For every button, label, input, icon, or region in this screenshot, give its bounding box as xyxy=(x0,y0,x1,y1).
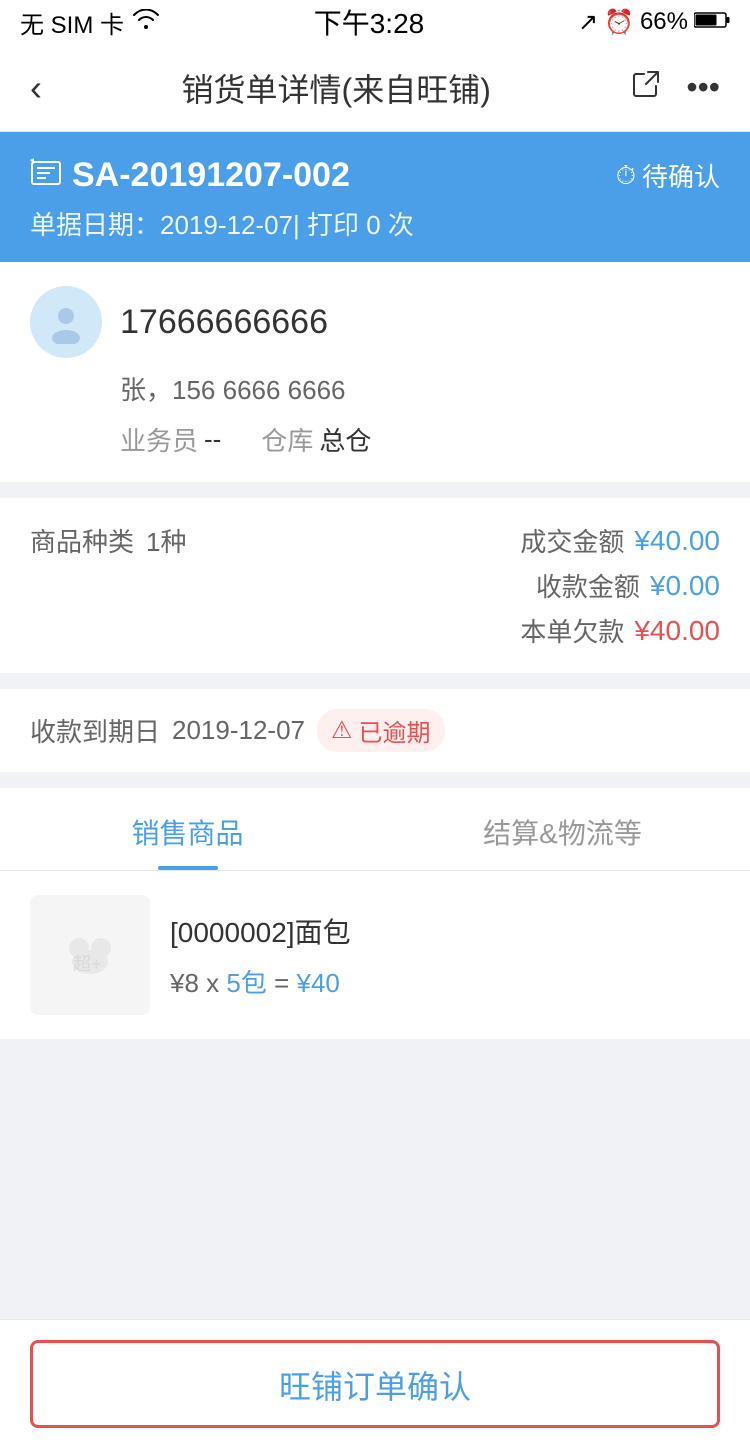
warehouse-info: 仓库 总仓 xyxy=(261,421,371,458)
stats-section: 商品种类 1种 成交金额 ¥40.00 收款金额 ¥0.00 本单欠款 ¥40.… xyxy=(0,498,750,673)
tab-settlement[interactable]: 结算&物流等 xyxy=(375,788,750,870)
status-time: 下午3:28 xyxy=(314,2,425,42)
customer-meta: 业务员 -- 仓库 总仓 xyxy=(120,421,720,458)
product-thumbnail: 超+ xyxy=(30,895,150,1015)
invoice-icon xyxy=(30,156,62,195)
amount-label: 成交金额 xyxy=(520,522,624,559)
avatar xyxy=(30,286,102,358)
nav-actions: ••• xyxy=(630,68,720,108)
bottom-area xyxy=(0,1039,750,1319)
page-title: 销货单详情(来自旺铺) xyxy=(182,65,491,111)
salesperson-info: 业务员 -- xyxy=(120,421,221,458)
confirm-button-wrapper: 旺铺订单确认 xyxy=(0,1319,750,1448)
owed-value: ¥40.00 xyxy=(634,615,720,647)
amount-value: ¥40.00 xyxy=(634,525,720,557)
product-info: [0000002]面包 ¥8 x 5包 = ¥40 xyxy=(170,911,720,1000)
due-date-value: 2019-12-07 xyxy=(172,715,305,746)
financial-stats: 成交金额 ¥40.00 收款金额 ¥0.00 本单欠款 ¥40.00 xyxy=(520,522,720,649)
status-bar: 无 SIM 卡 下午3:28 ↗ ⏰ 66% xyxy=(0,0,750,44)
customer-section: 17666666666 张，156 6666 6666 业务员 -- 仓库 总仓 xyxy=(0,262,750,482)
wifi-icon xyxy=(132,8,160,36)
tab-products[interactable]: 销售商品 xyxy=(0,788,375,870)
customer-phone: 17666666666 xyxy=(120,303,328,342)
order-id: SA-20191207-002 xyxy=(30,156,350,195)
salesperson-label: 业务员 xyxy=(120,421,198,458)
due-date-section: 收款到期日 2019-12-07 ⚠ 已逾期 xyxy=(0,689,750,772)
overdue-badge: ⚠ 已逾期 xyxy=(317,709,445,752)
tabs-section: 销售商品 结算&物流等 xyxy=(0,788,750,871)
received-row: 收款金额 ¥0.00 xyxy=(536,567,720,604)
share-icon[interactable] xyxy=(630,68,662,108)
product-price: ¥8 x 5包 = ¥40 xyxy=(170,963,720,1000)
warehouse-label: 仓库 xyxy=(261,421,313,458)
customer-name: 张，156 6666 6666 xyxy=(120,370,720,407)
status-left: 无 SIM 卡 xyxy=(20,5,160,40)
product-type-info: 商品种类 1种 xyxy=(30,522,186,559)
received-label: 收款金额 xyxy=(536,567,640,604)
order-date: 单据日期：2019-12-07| 打印 0 次 xyxy=(30,205,720,242)
product-item: 超+ [0000002]面包 ¥8 x 5包 = ¥40 xyxy=(0,871,750,1039)
battery-icon xyxy=(694,8,730,36)
svg-text:超+: 超+ xyxy=(73,954,102,974)
battery-text: 66% xyxy=(640,8,688,36)
customer-row: 17666666666 xyxy=(30,286,720,358)
amount-row: 成交金额 ¥40.00 xyxy=(520,522,720,559)
product-type-value: 1种 xyxy=(146,522,186,559)
back-button[interactable]: ‹ xyxy=(30,67,42,109)
salesperson-value: -- xyxy=(204,424,221,455)
product-name: [0000002]面包 xyxy=(170,911,720,951)
status-right: ↗ ⏰ 66% xyxy=(578,8,730,37)
due-date-label: 收款到期日 xyxy=(30,712,160,749)
overdue-text: 已逾期 xyxy=(359,713,431,748)
location-icon: ↗ xyxy=(578,8,598,37)
equals-text: = xyxy=(267,968,297,998)
warning-icon: ⚠ xyxy=(331,716,353,745)
owed-row: 本单欠款 ¥40.00 xyxy=(520,612,720,649)
no-sim-text: 无 SIM 卡 xyxy=(20,5,124,40)
product-type-label: 商品种类 xyxy=(30,522,134,559)
product-section: 超+ [0000002]面包 ¥8 x 5包 = ¥40 xyxy=(0,871,750,1039)
order-header: SA-20191207-002 ⏱ 待确认 单据日期：2019-12-07| 打… xyxy=(0,132,750,262)
more-icon[interactable]: ••• xyxy=(686,69,720,106)
quantity-text: 5包 xyxy=(226,968,266,998)
clock-icon: ⏱ xyxy=(616,160,636,192)
order-status: ⏱ 待确认 xyxy=(616,157,720,194)
price-text: ¥8 x xyxy=(170,968,226,998)
total-price: ¥40 xyxy=(296,968,339,998)
alarm-icon: ⏰ xyxy=(604,8,634,37)
confirm-order-button[interactable]: 旺铺订单确认 xyxy=(30,1340,720,1428)
received-value: ¥0.00 xyxy=(650,570,720,602)
owed-label: 本单欠款 xyxy=(520,612,624,649)
nav-bar: ‹ 销货单详情(来自旺铺) ••• xyxy=(0,44,750,132)
warehouse-value: 总仓 xyxy=(319,421,371,458)
